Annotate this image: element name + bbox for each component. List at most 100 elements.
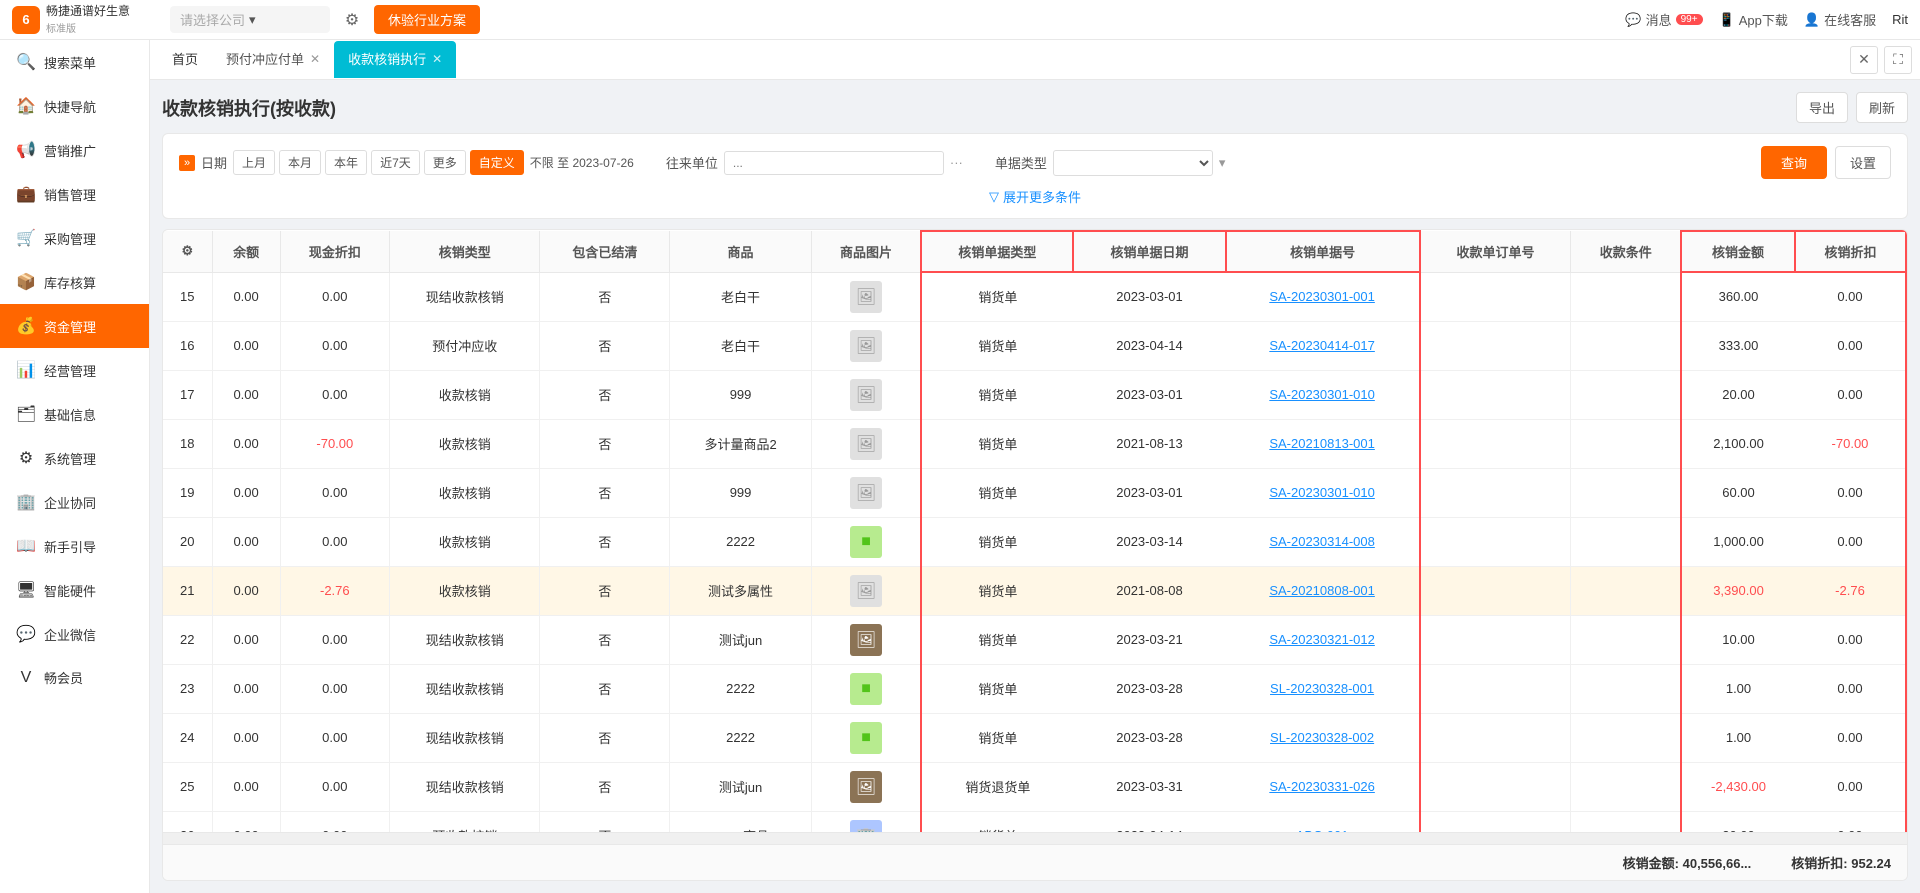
filter-settings-button[interactable]: 设置	[1835, 146, 1891, 179]
cell-receipt-condition	[1571, 566, 1681, 615]
sidebar-item-business[interactable]: 📊 经营管理	[0, 348, 149, 392]
sidebar-item-member[interactable]: V 畅会员	[0, 656, 149, 699]
sidebar-label-marketing: 营销推广	[44, 141, 96, 160]
table-scroll[interactable]: ⚙ 余额 现金折扣 核销类型 包含已结清 商品 商品图片 核销单据类型 核销单据…	[163, 230, 1907, 832]
tab-close-all-button[interactable]: ✕	[1850, 46, 1878, 74]
cell-bill-no[interactable]: SL-20230328-001	[1226, 664, 1420, 713]
tab-prepay[interactable]: 预付冲应付单 ✕	[212, 41, 334, 78]
sidebar-label-business: 经营管理	[44, 361, 96, 380]
cell-bill-no[interactable]: SA-20210813-001	[1226, 419, 1420, 468]
date-this-year[interactable]: 本年	[325, 150, 367, 175]
cell-include-settled: 否	[540, 713, 670, 762]
cell-verify-discount: -70.00	[1795, 419, 1906, 468]
date-7days[interactable]: 近7天	[371, 150, 420, 175]
sidebar-label-company: 企业协同	[44, 493, 96, 512]
cell-goods: 多计量商品2	[670, 419, 811, 468]
cell-balance: 0.00	[212, 762, 280, 811]
tab-receipt-close[interactable]: ✕	[432, 52, 442, 66]
filter-date-group: » 日期 上月 本月 本年 近7天 更多 自定义 不限 至 2023-07-26	[179, 150, 634, 175]
expand-arrow-button[interactable]: »	[179, 155, 195, 171]
online-service-label: 在线客服	[1824, 10, 1876, 29]
date-custom[interactable]: 自定义	[470, 150, 524, 175]
cell-bill-no[interactable]: SA-20230301-010	[1226, 370, 1420, 419]
cell-verify-type: 现结收款核销	[389, 664, 540, 713]
horizontal-scrollbar[interactable]	[163, 832, 1907, 844]
message-button[interactable]: 💬 消息 99+	[1625, 10, 1702, 29]
date-last-month[interactable]: 上月	[233, 150, 275, 175]
col-receipt-condition: 收款条件	[1571, 231, 1681, 272]
industry-button[interactable]: 休验行业方案	[374, 5, 480, 34]
cell-bill-no[interactable]: SL-20230328-002	[1226, 713, 1420, 762]
sidebar-label-guide: 新手引导	[44, 537, 96, 556]
tab-home[interactable]: 首页	[158, 41, 212, 78]
cell-receipt-condition	[1571, 321, 1681, 370]
sidebar-label-shortcut: 快捷导航	[44, 97, 96, 116]
col-receipt-order-no: 收款单订单号	[1420, 231, 1571, 272]
sidebar-item-search[interactable]: 🔍 搜索菜单	[0, 40, 149, 84]
col-verify-discount: 核销折扣	[1795, 231, 1906, 272]
sidebar-item-guide[interactable]: 📖 新手引导	[0, 524, 149, 568]
cell-bill-type: 销货退货单	[921, 762, 1073, 811]
date-range-display: 不限 至 2023-07-26	[530, 154, 634, 171]
sidebar-item-inventory[interactable]: 📦 库存核算	[0, 260, 149, 304]
gear-button[interactable]: ⚙	[338, 6, 366, 34]
order-type-chevron: ▾	[1219, 155, 1226, 171]
cell-goods: 2222	[670, 713, 811, 762]
cell-verify-discount: -2.76	[1795, 566, 1906, 615]
order-type-select[interactable]	[1053, 150, 1213, 176]
date-this-month[interactable]: 本月	[279, 150, 321, 175]
cell-bill-date: 2023-03-01	[1073, 370, 1225, 419]
sidebar-item-basic[interactable]: 🗂 基础信息	[0, 392, 149, 436]
cell-bill-no[interactable]: SA-20230301-010	[1226, 468, 1420, 517]
cell-bill-no[interactable]: SA-20230331-026	[1226, 762, 1420, 811]
cell-receipt-condition	[1571, 468, 1681, 517]
sidebar-item-system[interactable]: ⚙ 系统管理	[0, 436, 149, 480]
cell-bill-type: 销货单	[921, 468, 1073, 517]
export-button[interactable]: 导出	[1796, 92, 1848, 123]
sidebar-item-finance[interactable]: 💰 资金管理	[0, 304, 149, 348]
cell-receipt-order-no	[1420, 321, 1571, 370]
sidebar-item-purchase[interactable]: 🛒 采购管理	[0, 216, 149, 260]
tab-home-label: 首页	[172, 49, 198, 68]
query-button[interactable]: 查询	[1761, 146, 1827, 179]
table-row: 18 0.00 -70.00 收款核销 否 多计量商品2 🖼 销货单 2021-…	[163, 419, 1906, 468]
cell-bill-no[interactable]: SA-20230321-012	[1226, 615, 1420, 664]
cell-id: 17	[163, 370, 212, 419]
sidebar-item-wechat[interactable]: 💬 企业微信	[0, 612, 149, 656]
online-service-button[interactable]: 👤 在线客服	[1804, 10, 1876, 29]
sidebar-item-sales[interactable]: 💼 销售管理	[0, 172, 149, 216]
table-header-row: ⚙ 余额 现金折扣 核销类型 包含已结清 商品 商品图片 核销单据类型 核销单据…	[163, 231, 1906, 272]
tab-prepay-close[interactable]: ✕	[310, 52, 320, 66]
user-profile[interactable]: Rit	[1892, 12, 1908, 27]
refresh-button[interactable]: 刷新	[1856, 92, 1908, 123]
tab-receipt[interactable]: 收款核销执行 ✕	[334, 41, 456, 78]
sidebar-item-marketing[interactable]: 📢 营销推广	[0, 128, 149, 172]
sidebar-item-hardware[interactable]: 🖥 智能硬件	[0, 568, 149, 612]
cell-bill-no[interactable]: SA-20210808-001	[1226, 566, 1420, 615]
cell-include-settled: 否	[540, 566, 670, 615]
cell-receipt-condition	[1571, 762, 1681, 811]
cell-cash-discount: 0.00	[280, 762, 389, 811]
cell-cash-discount: 0.00	[280, 468, 389, 517]
cell-bill-no[interactable]: SA-20230301-001	[1226, 272, 1420, 321]
tab-maximize-button[interactable]: ⛶	[1884, 46, 1912, 74]
cell-verify-type: 现结收款核销	[389, 615, 540, 664]
cell-include-settled: 否	[540, 517, 670, 566]
cell-bill-no[interactable]: ABC-001	[1226, 811, 1420, 832]
expand-more-button[interactable]: ▽ 展开更多条件	[989, 187, 1081, 206]
data-table: ⚙ 余额 现金折扣 核销类型 包含已结清 商品 商品图片 核销单据类型 核销单据…	[163, 230, 1907, 832]
company-selector[interactable]: 请选择公司 ▾	[170, 6, 330, 33]
col-goods: 商品	[670, 231, 811, 272]
cell-bill-no[interactable]: SA-20230314-008	[1226, 517, 1420, 566]
sidebar-item-shortcut[interactable]: 🏠 快捷导航	[0, 84, 149, 128]
sidebar-item-company[interactable]: 🏢 企业协同	[0, 480, 149, 524]
cell-verify-discount: 0.00	[1795, 664, 1906, 713]
app-download-button[interactable]: 📱 App下载	[1719, 10, 1788, 29]
cell-bill-no[interactable]: SA-20230414-017	[1226, 321, 1420, 370]
col-settings[interactable]: ⚙	[163, 231, 212, 272]
date-more[interactable]: 更多	[424, 150, 466, 175]
page-header: 收款核销执行(按收款) 导出 刷新	[162, 92, 1908, 123]
from-unit-input[interactable]	[724, 151, 944, 175]
cell-include-settled: 否	[540, 321, 670, 370]
cell-include-settled: 否	[540, 811, 670, 832]
